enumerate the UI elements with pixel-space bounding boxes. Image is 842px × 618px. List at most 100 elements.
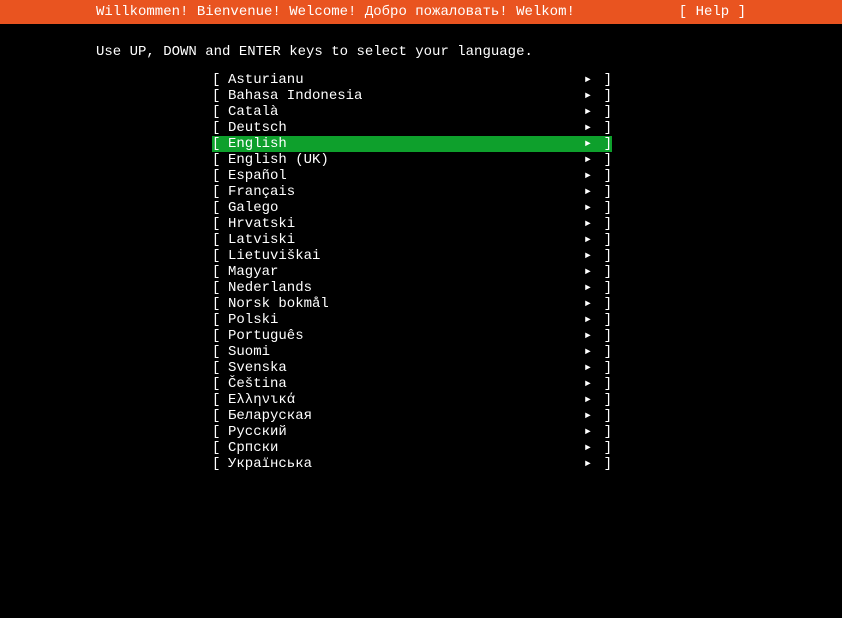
bracket-left: [ [212,328,228,344]
chevron-right-icon: ▸ [580,296,596,312]
bracket-left: [ [212,72,228,88]
bracket-right: ] [596,248,612,264]
bracket-right: ] [596,456,612,472]
chevron-right-icon: ▸ [580,120,596,136]
language-name: Català [228,104,580,120]
bracket-right: ] [596,424,612,440]
bracket-right: ] [596,168,612,184]
bracket-left: [ [212,216,228,232]
chevron-right-icon: ▸ [580,408,596,424]
bracket-left: [ [212,392,228,408]
language-item[interactable]: [Ελληνικά▸] [212,392,612,408]
chevron-right-icon: ▸ [580,184,596,200]
chevron-right-icon: ▸ [580,424,596,440]
language-name: Русский [228,424,580,440]
language-name: Português [228,328,580,344]
language-item[interactable]: [Français▸] [212,184,612,200]
chevron-right-icon: ▸ [580,88,596,104]
language-item[interactable]: [Čeština▸] [212,376,612,392]
language-item[interactable]: [Русский▸] [212,424,612,440]
language-item[interactable]: [Hrvatski▸] [212,216,612,232]
chevron-right-icon: ▸ [580,344,596,360]
bracket-right: ] [596,312,612,328]
language-name: Español [228,168,580,184]
chevron-right-icon: ▸ [580,328,596,344]
bracket-right: ] [596,328,612,344]
language-name: Hrvatski [228,216,580,232]
bracket-left: [ [212,200,228,216]
bracket-right: ] [596,136,612,152]
language-name: English [228,136,580,152]
bracket-left: [ [212,312,228,328]
language-item[interactable]: [Lietuviškai▸] [212,248,612,264]
bracket-right: ] [596,104,612,120]
bracket-right: ] [596,376,612,392]
bracket-right: ] [596,408,612,424]
language-name: Svenska [228,360,580,376]
language-item[interactable]: [English▸] [212,136,612,152]
language-name: Ελληνικά [228,392,580,408]
language-name: Magyar [228,264,580,280]
chevron-right-icon: ▸ [580,280,596,296]
language-item[interactable]: [Nederlands▸] [212,280,612,296]
bracket-right: ] [596,72,612,88]
language-item[interactable]: [Magyar▸] [212,264,612,280]
bracket-left: [ [212,120,228,136]
language-name: Galego [228,200,580,216]
language-name: Latviski [228,232,580,248]
bracket-left: [ [212,360,228,376]
language-item[interactable]: [Српски▸] [212,440,612,456]
bracket-left: [ [212,296,228,312]
chevron-right-icon: ▸ [580,200,596,216]
language-item[interactable]: [Català▸] [212,104,612,120]
bracket-right: ] [596,440,612,456]
language-item[interactable]: [Norsk bokmål▸] [212,296,612,312]
language-name: Polski [228,312,580,328]
language-item[interactable]: [Suomi▸] [212,344,612,360]
chevron-right-icon: ▸ [580,136,596,152]
language-name: Deutsch [228,120,580,136]
language-item[interactable]: [Português▸] [212,328,612,344]
bracket-left: [ [212,424,228,440]
language-item[interactable]: [Українська▸] [212,456,612,472]
chevron-right-icon: ▸ [580,72,596,88]
help-button[interactable]: [ Help ] [679,4,842,20]
bracket-right: ] [596,200,612,216]
chevron-right-icon: ▸ [580,440,596,456]
language-name: Čeština [228,376,580,392]
language-item[interactable]: [Asturianu▸] [212,72,612,88]
bracket-left: [ [212,232,228,248]
language-item[interactable]: [English (UK)▸] [212,152,612,168]
bracket-right: ] [596,216,612,232]
bracket-left: [ [212,376,228,392]
language-list: [Asturianu▸][Bahasa Indonesia▸][Català▸]… [0,72,842,472]
language-item[interactable]: [Bahasa Indonesia▸] [212,88,612,104]
bracket-left: [ [212,344,228,360]
language-item[interactable]: [Galego▸] [212,200,612,216]
bracket-left: [ [212,280,228,296]
bracket-left: [ [212,440,228,456]
language-name: Asturianu [228,72,580,88]
language-name: Српски [228,440,580,456]
content-area: Use UP, DOWN and ENTER keys to select yo… [0,24,842,472]
language-item[interactable]: [Polski▸] [212,312,612,328]
language-item[interactable]: [Беларуская▸] [212,408,612,424]
language-name: English (UK) [228,152,580,168]
language-item[interactable]: [Español▸] [212,168,612,184]
chevron-right-icon: ▸ [580,376,596,392]
bracket-right: ] [596,392,612,408]
bracket-left: [ [212,168,228,184]
language-item[interactable]: [Svenska▸] [212,360,612,376]
language-name: Українська [228,456,580,472]
instruction-text: Use UP, DOWN and ENTER keys to select yo… [0,44,842,72]
language-item[interactable]: [Latviski▸] [212,232,612,248]
chevron-right-icon: ▸ [580,232,596,248]
language-item[interactable]: [Deutsch▸] [212,120,612,136]
bracket-right: ] [596,152,612,168]
bracket-left: [ [212,408,228,424]
language-name: Nederlands [228,280,580,296]
chevron-right-icon: ▸ [580,264,596,280]
chevron-right-icon: ▸ [580,216,596,232]
bracket-left: [ [212,104,228,120]
chevron-right-icon: ▸ [580,168,596,184]
